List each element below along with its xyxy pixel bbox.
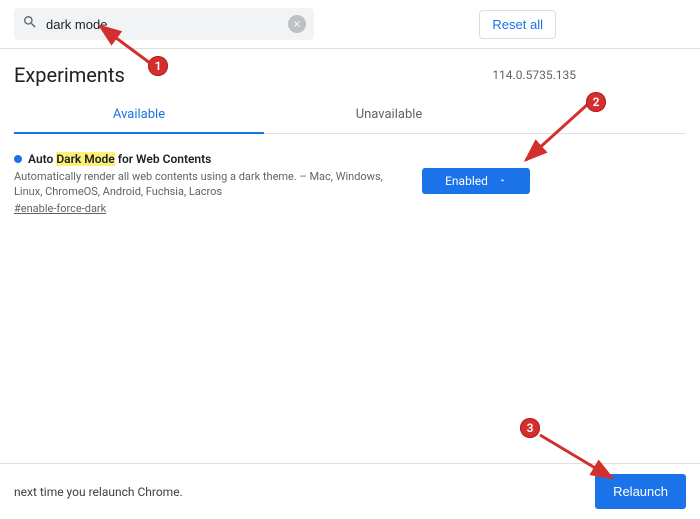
search-input[interactable] (38, 17, 288, 32)
dropdown-value: Enabled (445, 174, 488, 188)
tab-unavailable[interactable]: Unavailable (264, 97, 514, 133)
flag-info: Auto Dark Mode for Web Contents Automati… (14, 152, 394, 216)
reset-all-button[interactable]: Reset all (479, 10, 556, 39)
flag-state-dropdown[interactable]: Enabled (422, 168, 530, 194)
tabs: Available Unavailable (14, 97, 686, 134)
page-title: Experiments (14, 63, 125, 87)
search-icon (22, 14, 38, 34)
top-bar: Reset all (0, 0, 700, 48)
modified-dot-icon (14, 155, 22, 163)
restart-message: next time you relaunch Chrome. (14, 485, 183, 499)
chevron-down-icon (498, 174, 507, 188)
version-label: 114.0.5735.135 (492, 68, 576, 82)
flag-hash-link[interactable]: #enable-force-dark (14, 202, 106, 215)
relaunch-button[interactable]: Relaunch (595, 474, 686, 509)
tab-available[interactable]: Available (14, 97, 264, 134)
clear-search-icon[interactable] (288, 15, 306, 33)
search-box[interactable] (14, 8, 314, 40)
bottom-bar: next time you relaunch Chrome. Relaunch (0, 463, 700, 519)
flag-description: Automatically render all web contents us… (14, 170, 394, 200)
flag-title: Auto Dark Mode for Web Contents (28, 152, 211, 166)
flag-row: Auto Dark Mode for Web Contents Automati… (0, 134, 700, 216)
header: Experiments 114.0.5735.135 (0, 49, 700, 97)
annotation-badge-3: 3 (520, 418, 540, 438)
